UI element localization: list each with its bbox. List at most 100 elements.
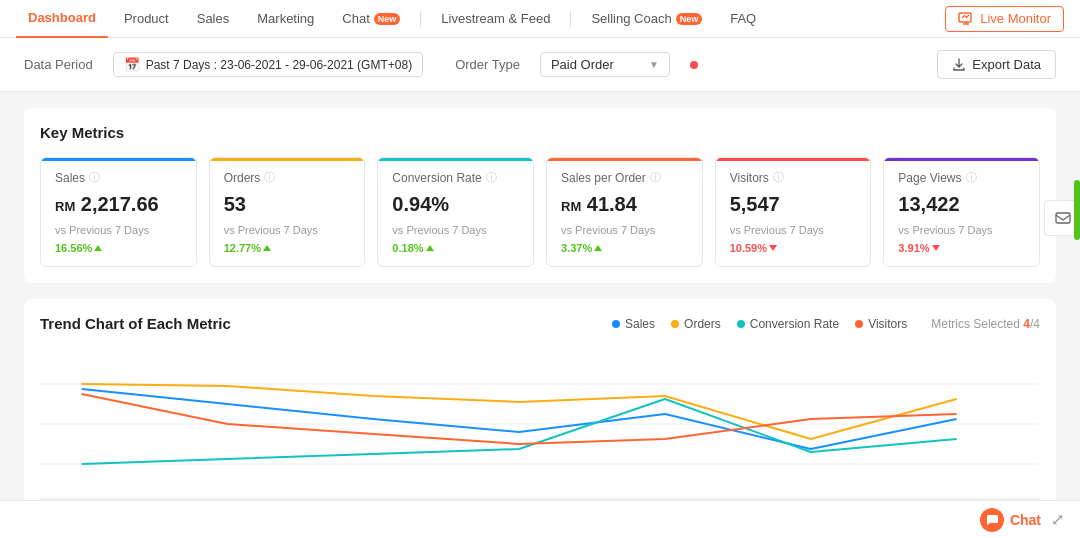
nav-item-dashboard[interactable]: Dashboard	[16, 0, 108, 38]
info-icon-sales[interactable]: ⓘ	[89, 170, 100, 185]
arrow-down-icon-pv	[932, 245, 940, 251]
metric-name-sales: Sales ⓘ	[55, 170, 182, 185]
metric-compare-conversion: vs Previous 7 Days 0.18%	[392, 224, 519, 254]
info-icon-conversion[interactable]: ⓘ	[486, 170, 497, 185]
nav-item-sales[interactable]: Sales	[185, 0, 242, 38]
trend-header: Trend Chart of Each Metric Sales Orders …	[40, 315, 1040, 332]
arrow-up-icon-orders	[263, 245, 271, 251]
legend-dot-visitors	[855, 320, 863, 328]
export-icon	[952, 58, 966, 72]
chat-icon	[985, 513, 999, 527]
nav-item-marketing[interactable]: Marketing	[245, 0, 326, 38]
chevron-down-icon: ▼	[649, 59, 659, 70]
arrow-up-icon-conversion	[426, 245, 434, 251]
nav-item-selling-coach[interactable]: Selling Coach New	[579, 0, 714, 38]
metric-value-conversion: 0.94%	[392, 193, 519, 216]
key-metrics-title: Key Metrics	[40, 124, 1040, 141]
date-picker[interactable]: 📅 Past 7 Days : 23-06-2021 - 29-06-2021 …	[113, 52, 423, 77]
svg-rect-0	[959, 13, 971, 22]
legend-label-conversion: Conversion Rate	[750, 317, 839, 331]
info-icon-pv[interactable]: ⓘ	[966, 170, 977, 185]
live-monitor-label: Live Monitor	[980, 11, 1051, 26]
chat-badge: New	[374, 13, 401, 25]
arrow-up-icon	[94, 245, 102, 251]
date-value: Past 7 Days : 23-06-2021 - 29-06-2021 (G…	[146, 58, 412, 72]
trend-chart-svg	[40, 344, 1040, 504]
metric-value-visitors: 5,547	[730, 193, 857, 216]
metric-compare-orders: vs Previous 7 Days 12.77%	[224, 224, 351, 254]
selected-count: 4	[1023, 317, 1030, 331]
metric-card-visitors: Visitors ⓘ 5,547 vs Previous 7 Days 10.5…	[715, 157, 872, 267]
chat-button[interactable]: Chat	[980, 508, 1041, 532]
main-content: Key Metrics Sales ⓘ RM 2,217.66 vs Previ…	[0, 92, 1080, 538]
metric-change-conversion: 0.18%	[392, 242, 433, 254]
metric-change-spo: 3.37%	[561, 242, 602, 254]
period-label: Data Period	[24, 57, 93, 72]
bottom-bar: Chat ⤢	[0, 500, 1080, 538]
metrics-grid: Sales ⓘ RM 2,217.66 vs Previous 7 Days 1…	[40, 157, 1040, 267]
legend-item-conversion: Conversion Rate	[737, 317, 839, 331]
chat-label: Chat	[1010, 512, 1041, 528]
selling-coach-badge: New	[676, 13, 703, 25]
monitor-icon	[958, 11, 974, 27]
legend-label-orders: Orders	[684, 317, 721, 331]
scroll-bar[interactable]	[1074, 180, 1080, 240]
metric-name-visitors: Visitors ⓘ	[730, 170, 857, 185]
metric-card-page-views: Page Views ⓘ 13,422 vs Previous 7 Days 3…	[883, 157, 1040, 267]
metric-compare-pv: vs Previous 7 Days 3.91%	[898, 224, 1025, 254]
top-navigation: Dashboard Product Sales Marketing Chat N…	[0, 0, 1080, 38]
nav-item-product[interactable]: Product	[112, 0, 181, 38]
metric-card-conversion: Conversion Rate ⓘ 0.94% vs Previous 7 Da…	[377, 157, 534, 267]
metric-compare-sales: vs Previous 7 Days 16.56%	[55, 224, 182, 254]
order-type-select[interactable]: Paid Order ▼	[540, 52, 670, 77]
legend-item-sales: Sales	[612, 317, 655, 331]
arrow-down-icon-visitors	[769, 245, 777, 251]
live-monitor-button[interactable]: Live Monitor	[945, 6, 1064, 32]
legend-dot-sales	[612, 320, 620, 328]
metric-name-page-views: Page Views ⓘ	[898, 170, 1025, 185]
legend-item-visitors: Visitors	[855, 317, 907, 331]
export-label: Export Data	[972, 57, 1041, 72]
calendar-icon: 📅	[124, 57, 140, 72]
nav-item-chat[interactable]: Chat New	[330, 0, 412, 38]
metric-compare-visitors: vs Previous 7 Days 10.59%	[730, 224, 857, 254]
metrics-selected: Metrics Selected 4/4	[931, 317, 1040, 331]
metric-change-sales: 16.56%	[55, 242, 102, 254]
legend-label-visitors: Visitors	[868, 317, 907, 331]
mail-icon	[1054, 209, 1072, 227]
info-icon-spo[interactable]: ⓘ	[650, 170, 661, 185]
metric-compare-spo: vs Previous 7 Days 3.37%	[561, 224, 688, 254]
info-icon-orders[interactable]: ⓘ	[264, 170, 275, 185]
key-metrics-section: Key Metrics Sales ⓘ RM 2,217.66 vs Previ…	[24, 108, 1056, 283]
metric-value-spo: RM 41.84	[561, 193, 688, 216]
nav-separator-1	[420, 11, 421, 27]
expand-icon[interactable]: ⤢	[1051, 510, 1064, 529]
nav-separator-2	[570, 11, 571, 27]
metric-card-sales: Sales ⓘ RM 2,217.66 vs Previous 7 Days 1…	[40, 157, 197, 267]
metric-change-orders: 12.77%	[224, 242, 271, 254]
metric-value-orders: 53	[224, 193, 351, 216]
arrow-up-icon-spo	[594, 245, 602, 251]
metric-value-sales: RM 2,217.66	[55, 193, 182, 216]
svg-rect-5	[1056, 213, 1070, 223]
legend-dot-conversion	[737, 320, 745, 328]
legend-item-orders: Orders	[671, 317, 721, 331]
legend-label-sales: Sales	[625, 317, 655, 331]
trend-legend: Sales Orders Conversion Rate Visitors Me…	[612, 317, 1040, 331]
nav-item-faq[interactable]: FAQ	[718, 0, 768, 38]
metric-name-orders: Orders ⓘ	[224, 170, 351, 185]
trend-title: Trend Chart of Each Metric	[40, 315, 231, 332]
filter-bar: Data Period 📅 Past 7 Days : 23-06-2021 -…	[0, 38, 1080, 92]
order-type-value: Paid Order	[551, 57, 643, 72]
info-icon-visitors[interactable]: ⓘ	[773, 170, 784, 185]
metric-change-pv: 3.91%	[898, 242, 939, 254]
metric-card-sales-per-order: Sales per Order ⓘ RM 41.84 vs Previous 7…	[546, 157, 703, 267]
metric-name-sales-per-order: Sales per Order ⓘ	[561, 170, 688, 185]
export-button[interactable]: Export Data	[937, 50, 1056, 79]
metric-name-conversion: Conversion Rate ⓘ	[392, 170, 519, 185]
metric-card-orders: Orders ⓘ 53 vs Previous 7 Days 12.77%	[209, 157, 366, 267]
nav-item-livestream[interactable]: Livestream & Feed	[429, 0, 562, 38]
chat-icon-wrap	[980, 508, 1004, 532]
order-type-label: Order Type	[455, 57, 520, 72]
metric-change-visitors: 10.59%	[730, 242, 777, 254]
